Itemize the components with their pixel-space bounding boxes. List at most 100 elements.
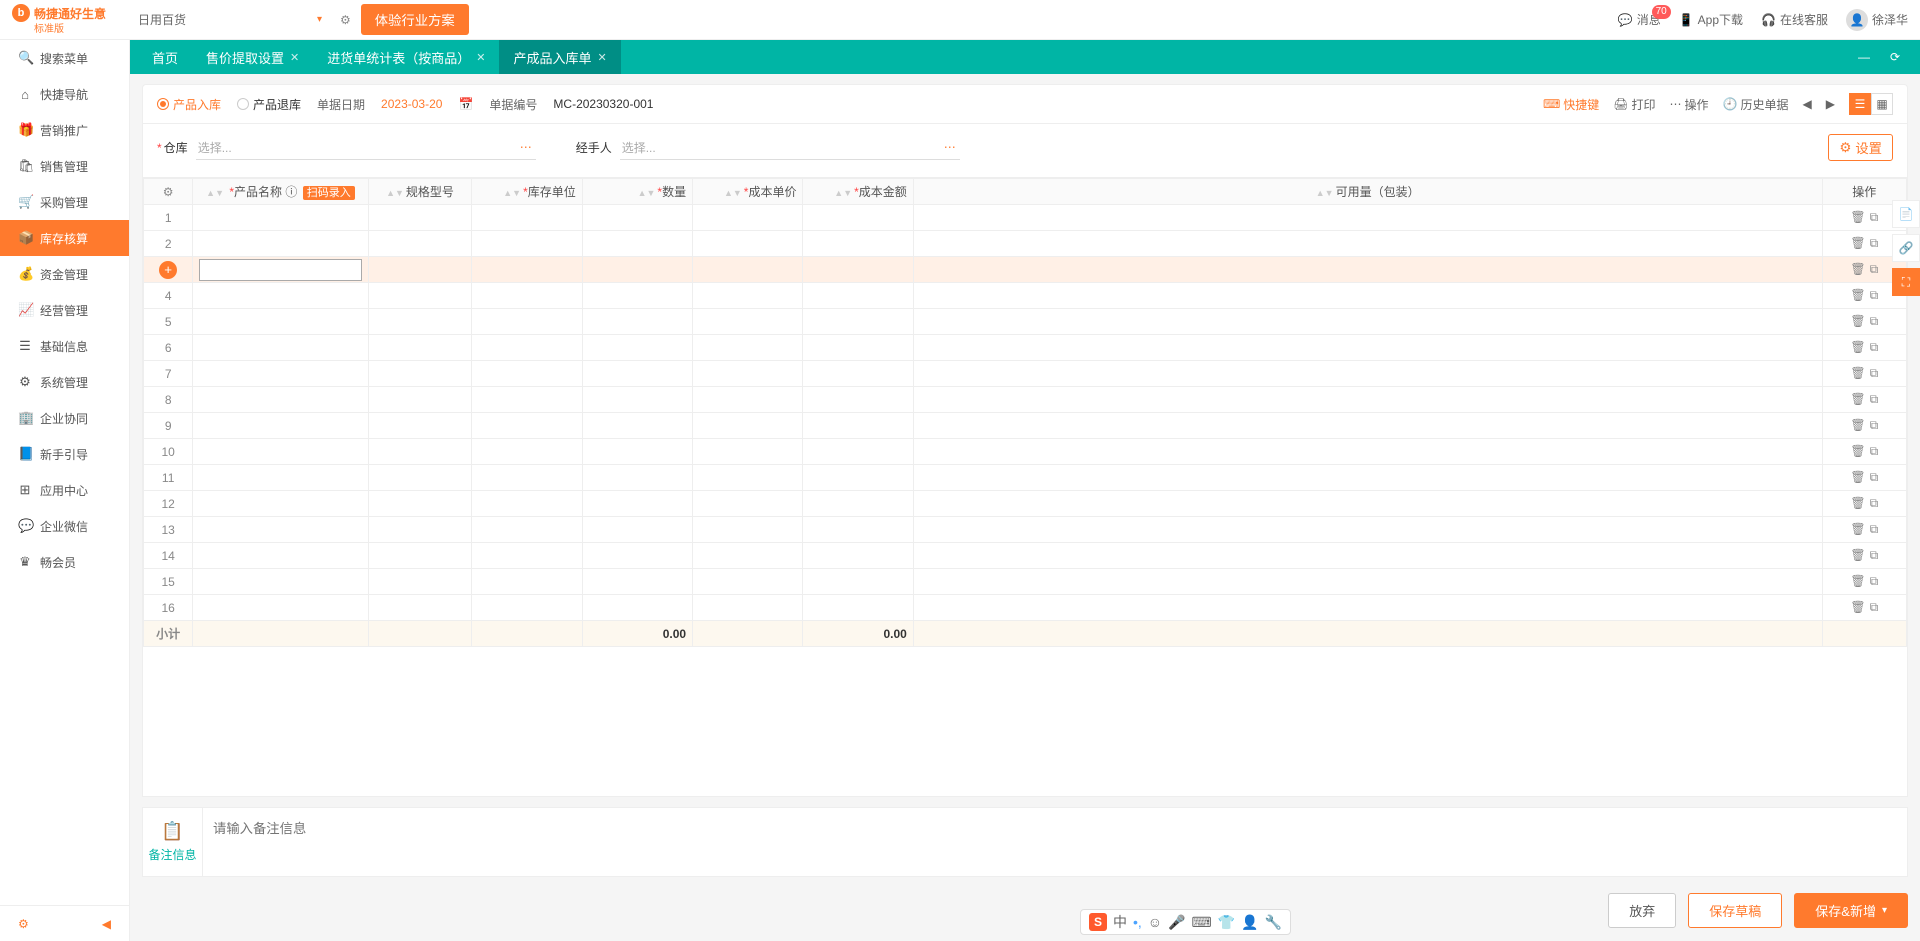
table-row[interactable]: 1🗑⧉ [144,205,1907,231]
copy-icon[interactable]: ⧉ [1870,444,1879,458]
table-row[interactable]: 4🗑⧉ [144,283,1907,309]
delete-icon[interactable]: 🗑 [1850,262,1865,276]
sidebar-item-8[interactable]: ☰基础信息 [0,328,129,364]
ime-skin-icon[interactable]: 👕 [1218,914,1235,931]
delete-icon[interactable]: 🗑 [1850,496,1865,510]
app-download-link[interactable]: 📱 App下载 [1679,11,1743,28]
experience-button[interactable]: 体验行业方案 [361,4,469,35]
ime-mic-icon[interactable]: 🎤 [1168,914,1185,931]
operator-selector[interactable]: 选择... ⋯ [620,136,960,160]
sidebar-item-6[interactable]: 💰资金管理 [0,256,129,292]
ime-tool-icon[interactable]: 🔧 [1265,914,1282,931]
doc-date-value[interactable]: 2023-03-20 [381,97,442,111]
delete-icon[interactable]: 🗑 [1850,366,1865,380]
copy-icon[interactable]: ⧉ [1870,418,1879,432]
add-row-button[interactable]: + [159,261,177,279]
table-row[interactable]: 10🗑⧉ [144,439,1907,465]
messages-link[interactable]: 💬 消息 70 [1618,11,1661,28]
close-icon[interactable]: ✕ [476,51,485,64]
col-unit[interactable]: ▲▼*库存单位 [472,179,582,205]
operate-link[interactable]: ⋯ 操作 [1670,96,1709,113]
close-icon[interactable]: ✕ [290,51,299,64]
delete-icon[interactable]: 🗑 [1850,444,1865,458]
sidebar-item-9[interactable]: ⚙系统管理 [0,364,129,400]
warehouse-selector[interactable]: 选择... ⋯ [196,136,536,160]
delete-icon[interactable]: 🗑 [1850,600,1865,614]
radio-product-out[interactable]: 产品退库 [237,96,301,113]
scan-badge[interactable]: 扫码录入 [303,186,355,200]
save-and-new-button[interactable]: 保存&新增 ▾ [1794,893,1908,928]
sidebar-item-12[interactable]: ⊞应用中心 [0,472,129,508]
table-row[interactable]: 15🗑⧉ [144,569,1907,595]
strip-link-button[interactable]: 🔗 [1892,234,1920,262]
delete-icon[interactable]: 🗑 [1850,470,1865,484]
delete-icon[interactable]: 🗑 [1850,314,1865,328]
sidebar-item-13[interactable]: 💬企业微信 [0,508,129,544]
gear-icon[interactable]: ⚙ [340,13,351,27]
table-row[interactable]: 9🗑⧉ [144,413,1907,439]
view-list-button[interactable]: ☰ [1849,93,1871,115]
sidebar-item-14[interactable]: ♛畅会员 [0,544,129,580]
table-row[interactable]: 11🗑⧉ [144,465,1907,491]
tab-minimize-button[interactable]: — [1852,46,1876,68]
copy-icon[interactable]: ⧉ [1870,366,1879,380]
tab-2[interactable]: 进货单统计表（按商品）✕ [313,40,499,74]
sidebar-item-1[interactable]: ⌂快捷导航 [0,76,129,112]
next-doc-button[interactable]: ▶ [1826,97,1835,111]
settings-button[interactable]: ⚙ 设置 [1828,134,1893,161]
delete-icon[interactable]: 🗑 [1850,340,1865,354]
copy-icon[interactable]: ⧉ [1870,210,1879,224]
table-row[interactable]: 2🗑⧉ [144,231,1907,257]
table-row[interactable]: 6🗑⧉ [144,335,1907,361]
col-spec[interactable]: ▲▼规格型号 [368,179,472,205]
prev-doc-button[interactable]: ◀ [1803,97,1812,111]
print-link[interactable]: 🖨 打印 [1613,96,1655,113]
sidebar-item-5[interactable]: 📦库存核算 [0,220,129,256]
delete-icon[interactable]: 🗑 [1850,236,1865,250]
sidebar-item-11[interactable]: 📘新手引导 [0,436,129,472]
ime-lang[interactable]: 中 [1113,912,1127,932]
col-product-name[interactable]: ▲▼ *产品名称 ⓘ 扫码录入 [193,179,368,205]
copy-icon[interactable]: ⧉ [1870,470,1879,484]
history-link[interactable]: 🕘 历史单据 [1723,96,1789,113]
view-card-button[interactable]: ▦ [1871,93,1893,115]
table-row[interactable]: 7🗑⧉ [144,361,1907,387]
table-row[interactable]: 14🗑⧉ [144,543,1907,569]
hotkey-link[interactable]: ⌨ 快捷键 [1543,96,1599,113]
col-qty[interactable]: ▲▼*数量 [582,179,692,205]
copy-icon[interactable]: ⧉ [1870,574,1879,588]
table-row[interactable]: 13🗑⧉ [144,517,1907,543]
copy-icon[interactable]: ⧉ [1870,548,1879,562]
table-row[interactable]: 12🗑⧉ [144,491,1907,517]
store-selector[interactable]: 日用百货 ▾ [130,7,330,33]
copy-icon[interactable]: ⧉ [1870,236,1879,250]
table-row[interactable]: 5🗑⧉ [144,309,1907,335]
strip-expand-button[interactable]: ⛶ [1892,268,1920,296]
table-row[interactable]: 8🗑⧉ [144,387,1907,413]
sidebar-item-4[interactable]: 🛒采购管理 [0,184,129,220]
copy-icon[interactable]: ⧉ [1870,496,1879,510]
delete-icon[interactable]: 🗑 [1850,210,1865,224]
tab-0[interactable]: 首页 [138,40,192,74]
ime-punct-icon[interactable]: •, [1133,914,1142,930]
copy-icon[interactable]: ⧉ [1870,340,1879,354]
delete-icon[interactable]: 🗑 [1850,574,1865,588]
table-row[interactable]: 16🗑⧉ [144,595,1907,621]
delete-icon[interactable]: 🗑 [1850,392,1865,406]
sidebar-item-3[interactable]: 🛍销售管理 [0,148,129,184]
ime-keyboard-icon[interactable]: ⌨ [1192,914,1212,931]
copy-icon[interactable]: ⧉ [1870,314,1879,328]
tab-refresh-button[interactable]: ⟳ [1884,46,1906,68]
ime-user-icon[interactable]: 👤 [1241,914,1258,931]
tab-3[interactable]: 产成品入库单✕ [499,40,620,74]
sidebar-item-10[interactable]: 🏢企业协同 [0,400,129,436]
calendar-icon[interactable]: 📅 [458,97,473,111]
delete-icon[interactable]: 🗑 [1850,288,1865,302]
table-row[interactable]: + 🗑 ⧉ [144,257,1907,283]
sidebar-item-7[interactable]: 📈经营管理 [0,292,129,328]
close-icon[interactable]: ✕ [598,51,607,64]
col-price[interactable]: ▲▼*成本单价 [693,179,803,205]
copy-icon[interactable]: ⧉ [1870,262,1879,276]
delete-icon[interactable]: 🗑 [1850,522,1865,536]
save-draft-button[interactable]: 保存草稿 [1688,893,1782,928]
